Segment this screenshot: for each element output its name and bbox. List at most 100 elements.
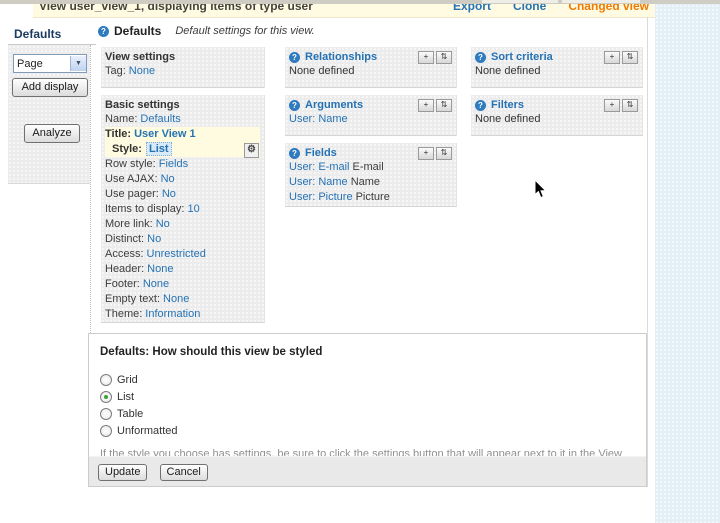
setting-row: Distinct:No — [105, 232, 260, 247]
field-link[interactable]: User: Picture — [289, 191, 353, 203]
add-icon[interactable]: + — [418, 51, 434, 64]
cancel-button[interactable]: Cancel — [160, 464, 208, 481]
radio-label: Grid — [117, 374, 138, 386]
setting-value-link[interactable]: Unrestricted — [147, 248, 206, 260]
container-right-border — [647, 17, 648, 487]
rearrange-icon[interactable]: ⇅ — [436, 99, 452, 112]
display-controls-panel: Page ▼ Add display Analyze — [8, 45, 90, 184]
filters-box: ? Filters + ⇅ None defined — [471, 95, 643, 136]
rearrange-icon[interactable]: ⇅ — [622, 51, 638, 64]
setting-label: Access: — [105, 248, 144, 260]
changed-view-link[interactable]: Changed view — [568, 4, 649, 13]
radio-icon[interactable] — [100, 408, 112, 420]
filters-title-link[interactable]: Filters — [491, 99, 524, 111]
view-title: View user_view_1, displaying items of ty… — [39, 4, 313, 13]
setting-row: Header:None — [105, 262, 260, 277]
setting-value-link[interactable]: None — [163, 293, 189, 305]
export-link[interactable]: Export — [453, 4, 491, 13]
help-icon[interactable]: ? — [475, 100, 486, 111]
rearrange-icon[interactable]: ⇅ — [622, 99, 638, 112]
rearrange-icon[interactable]: ⇅ — [436, 147, 452, 160]
display-heading: ? Defaults Default settings for this vie… — [98, 24, 315, 38]
display-heading-title: Defaults — [114, 24, 161, 38]
setting-value-link[interactable]: No — [161, 173, 175, 185]
field-link[interactable]: User: Name — [289, 176, 348, 188]
setting-value-link[interactable]: None — [147, 263, 173, 275]
setting-row: Empty text:None — [105, 292, 260, 307]
radio-option-list[interactable]: List — [100, 388, 646, 405]
field-link[interactable]: User: E-mail — [289, 161, 350, 173]
arguments-title-link[interactable]: Arguments — [305, 99, 363, 111]
argument-link[interactable]: User: Name — [289, 113, 348, 125]
sort-criteria-title-link[interactable]: Sort criteria — [491, 51, 553, 63]
basic-settings-box: Basic settings Name:Defaults Title:User … — [101, 95, 265, 323]
chrome-segment — [562, 0, 640, 3]
setting-value-link[interactable]: No — [162, 188, 176, 200]
tab-defaults[interactable]: Defaults — [8, 25, 96, 45]
setting-label: Empty text: — [105, 293, 160, 305]
setting-row: Theme:Information — [105, 307, 260, 322]
add-icon[interactable]: + — [604, 51, 620, 64]
setting-row: Items to display:10 — [105, 202, 260, 217]
update-button[interactable]: Update — [98, 464, 147, 481]
add-display-button[interactable]: Add display — [12, 78, 88, 97]
radio-option-table[interactable]: Table — [100, 405, 646, 422]
display-type-select-value: Page — [14, 58, 70, 70]
radio-option-grid[interactable]: Grid — [100, 371, 646, 388]
setting-row: Tag:None — [105, 64, 260, 79]
analyze-button[interactable]: Analyze — [24, 124, 80, 143]
rearrange-icon[interactable]: ⇅ — [436, 51, 452, 64]
setting-value-link[interactable]: User View 1 — [134, 128, 196, 140]
setting-label: Footer: — [105, 278, 140, 290]
radio-icon[interactable] — [100, 374, 112, 386]
radio-label: List — [117, 391, 134, 403]
setting-value-link[interactable]: No — [147, 233, 161, 245]
filters-empty-text: None defined — [475, 112, 638, 127]
sort-criteria-box: ? Sort criteria + ⇅ None defined — [471, 47, 643, 88]
field-item: User: PicturePicture — [289, 190, 452, 205]
setting-value-link[interactable]: 10 — [187, 203, 199, 215]
radio-label: Unformatted — [117, 425, 178, 437]
add-icon[interactable]: + — [418, 99, 434, 112]
style-form-title: Defaults: How should this view be styled — [100, 346, 646, 358]
setting-value-link[interactable]: List — [146, 142, 172, 156]
style-options: Grid List Table Unformatted — [100, 371, 646, 439]
help-icon[interactable]: ? — [475, 52, 486, 63]
setting-row-style: Style:List⚙ — [105, 142, 260, 157]
setting-value-link[interactable]: Defaults — [140, 113, 180, 125]
setting-label: Name: — [105, 113, 137, 125]
radio-icon[interactable] — [100, 391, 112, 403]
clone-link[interactable]: Clone — [513, 4, 546, 13]
setting-value-link[interactable]: None — [143, 278, 169, 290]
setting-label: Header: — [105, 263, 144, 275]
sort-criteria-empty-text: None defined — [475, 64, 638, 79]
setting-row: Access:Unrestricted — [105, 247, 260, 262]
tag-value-link[interactable]: None — [129, 65, 155, 77]
setting-value-link[interactable]: Fields — [159, 158, 188, 170]
setting-value-link[interactable]: Information — [145, 308, 200, 320]
help-icon[interactable]: ? — [289, 52, 300, 63]
relationships-empty-text: None defined — [289, 64, 452, 79]
relationships-title-link[interactable]: Relationships — [305, 51, 377, 63]
help-icon[interactable]: ? — [289, 148, 300, 159]
setting-label: More link: — [105, 218, 153, 230]
gear-icon[interactable]: ⚙ — [244, 143, 259, 158]
radio-option-unformatted[interactable]: Unformatted — [100, 422, 646, 439]
display-type-select[interactable]: Page ▼ — [13, 54, 87, 73]
argument-item: User: Name — [289, 112, 452, 127]
arguments-box: ? Arguments + ⇅ User: Name — [285, 95, 457, 136]
radio-label: Table — [117, 408, 143, 420]
help-icon[interactable]: ? — [289, 100, 300, 111]
display-heading-subtitle: Default settings for this view. — [175, 25, 314, 37]
help-icon[interactable]: ? — [98, 26, 109, 37]
setting-value-link[interactable]: No — [156, 218, 170, 230]
setting-row: Footer:None — [105, 277, 260, 292]
radio-icon[interactable] — [100, 425, 112, 437]
setting-label: Row style: — [105, 158, 156, 170]
setting-label: Title: — [105, 128, 131, 140]
fields-box: ? Fields + ⇅ User: E-mailE-mail User: Na… — [285, 143, 457, 207]
add-icon[interactable]: + — [604, 99, 620, 112]
add-icon[interactable]: + — [418, 147, 434, 160]
setting-row: More link:No — [105, 217, 260, 232]
fields-title-link[interactable]: Fields — [305, 147, 337, 159]
